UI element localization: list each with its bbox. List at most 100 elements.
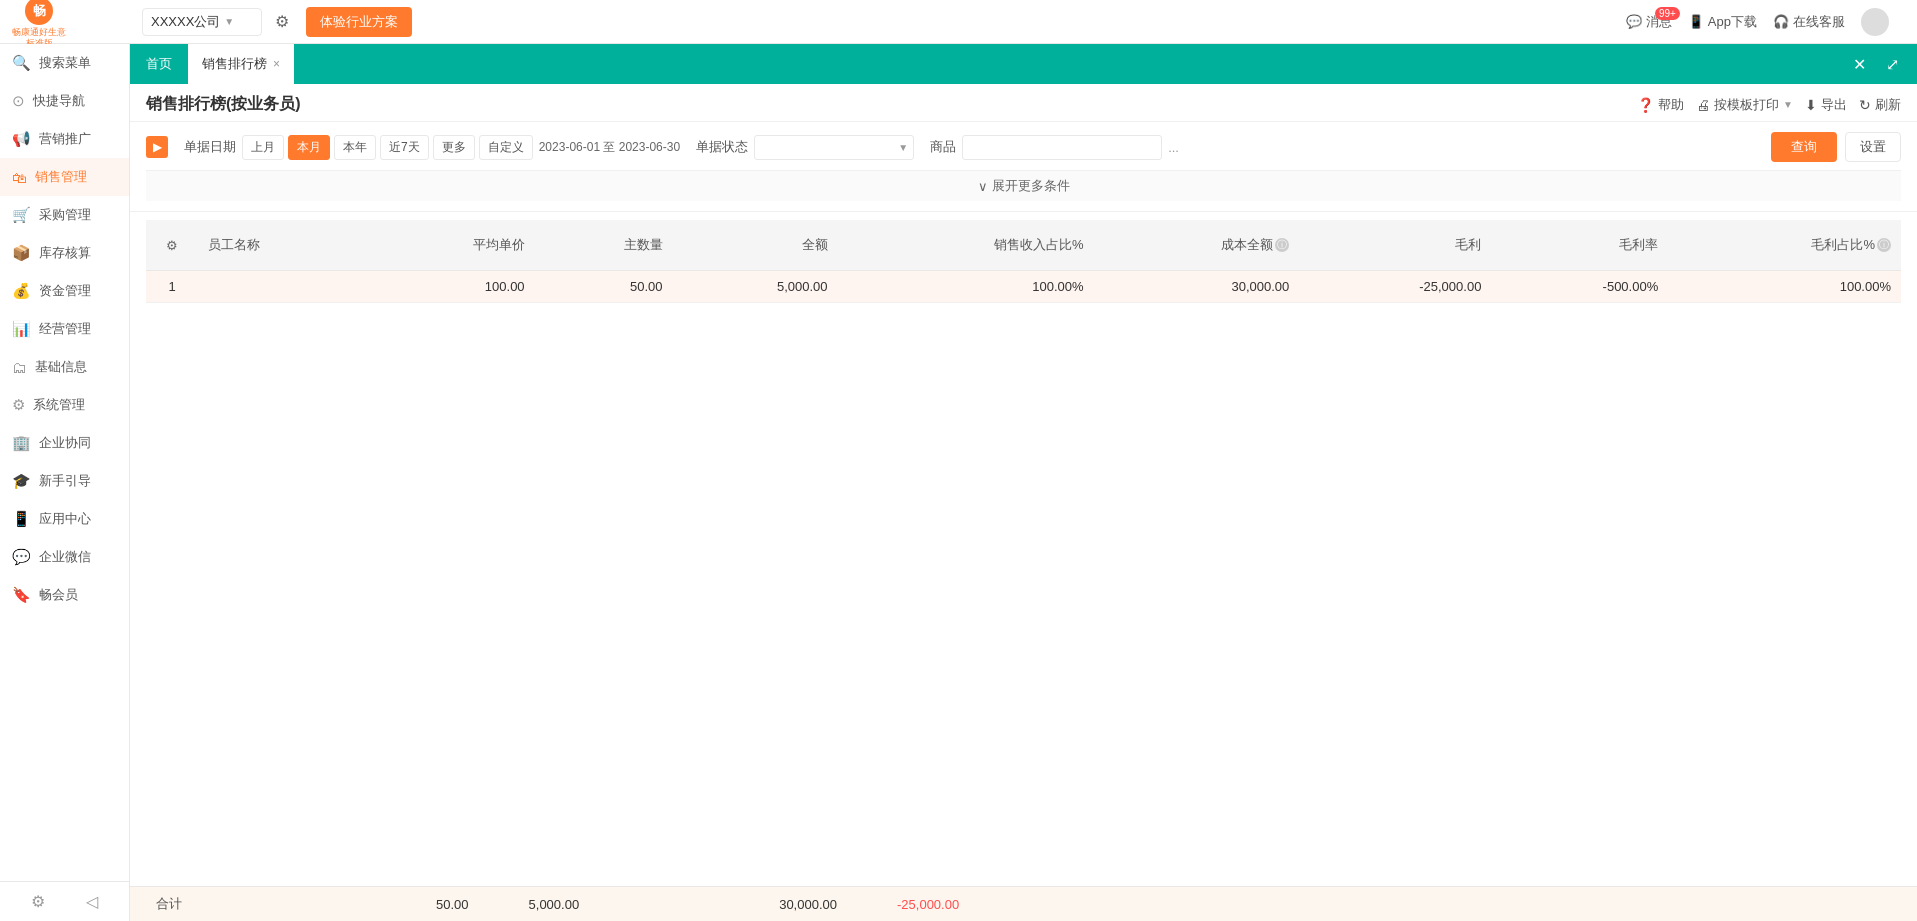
tab-sales-ranking[interactable]: 销售排行榜 × (188, 44, 294, 84)
apps-icon: 📱 (12, 510, 31, 528)
goods-more-link[interactable]: ... (1168, 140, 1179, 155)
top-bar: 畅 畅康通好生意 标准版 XXXXX公司 ▼ ⚙ 体验行业方案 💬 消息 99+… (0, 0, 1917, 44)
date-range-text: 2023-06-01 至 2023-06-30 (539, 139, 680, 156)
logo-icon: 畅 (23, 0, 55, 27)
refresh-icon: ↻ (1859, 97, 1871, 113)
message-badge: 99+ (1655, 7, 1680, 20)
finance-icon: 💰 (12, 282, 31, 300)
sidebar-label-wechat: 企业微信 (39, 548, 91, 566)
headset-icon: 🎧 (1773, 14, 1789, 29)
trial-button[interactable]: 体验行业方案 (306, 7, 412, 37)
phone-icon: 📱 (1688, 14, 1704, 29)
goods-filter-group: 商品 ... (930, 135, 1179, 160)
member-icon: 🔖 (12, 586, 31, 604)
print-link[interactable]: 🖨 按模板打印 ▼ (1696, 96, 1793, 114)
export-label: 导出 (1821, 96, 1847, 114)
date-filter-label: 单据日期 (184, 138, 236, 156)
sidebar-item-system[interactable]: ⚙ 系统管理 (0, 386, 129, 424)
date-btn-last-month[interactable]: 上月 (242, 135, 284, 160)
settings-gear-icon[interactable]: ⚙ (268, 8, 296, 36)
date-btn-more[interactable]: 更多 (433, 135, 475, 160)
sidebar-label-sales: 销售管理 (35, 168, 87, 186)
cost-info-icon[interactable]: ⓘ (1275, 238, 1289, 252)
tab-label-sales-ranking: 销售排行榜 (202, 55, 267, 73)
sidebar-item-sales[interactable]: 🛍 销售管理 (0, 158, 129, 196)
sidebar-collapse-icon[interactable]: ◁ (86, 892, 98, 911)
settings-button[interactable]: 设置 (1845, 132, 1901, 162)
help-link[interactable]: ❓ 帮助 (1637, 96, 1684, 114)
table-row: 1 100.00 50.00 5,000.00 100.00% 30,000.0… (146, 271, 1901, 303)
th-sales-pct: 销售收入占比% (838, 220, 1094, 271)
sidebar-item-shortcut[interactable]: ⊙ 快捷导航 (0, 82, 129, 120)
filter-toggle-arrow[interactable]: ▶ (146, 136, 168, 158)
page-actions: ❓ 帮助 🖨 按模板打印 ▼ ⬇ 导出 ↻ 刷新 (1637, 96, 1901, 114)
online-service-item[interactable]: 🎧 在线客服 (1773, 13, 1845, 31)
goods-input[interactable] (962, 135, 1162, 160)
sidebar-label-guide: 新手引导 (39, 472, 91, 490)
expand-more-bar[interactable]: ∨ 展开更多条件 (146, 170, 1901, 201)
grosspct-info-icon[interactable]: ⓘ (1877, 238, 1891, 252)
message-icon-item[interactable]: 💬 消息 99+ (1626, 13, 1672, 31)
sidebar-item-operation[interactable]: 📊 经营管理 (0, 310, 129, 348)
sidebar-item-wechat[interactable]: 💬 企业微信 (0, 538, 129, 576)
filter-row-1: ▶ 单据日期 上月 本月 本年 近7天 更多 自定义 2023-06-01 至 … (146, 132, 1901, 162)
sidebar-item-guide[interactable]: 🎓 新手引导 (0, 462, 129, 500)
sidebar-label-purchase: 采购管理 (39, 206, 91, 224)
date-btn-last7[interactable]: 近7天 (380, 135, 429, 160)
th-name: 员工名称 (198, 220, 366, 271)
page-content: 销售排行榜(按业务员) ❓ 帮助 🖨 按模板打印 ▼ ⬇ 导出 (130, 84, 1917, 921)
status-filter-label: 单据状态 (696, 138, 748, 156)
chevron-down-icon: ▼ (224, 16, 234, 27)
date-btn-this-year[interactable]: 本年 (334, 135, 376, 160)
refresh-label: 刷新 (1875, 96, 1901, 114)
footer-amount: 5,000.00 (529, 897, 580, 912)
status-select[interactable] (754, 135, 914, 160)
refresh-link[interactable]: ↻ 刷新 (1859, 96, 1901, 114)
marketing-icon: 📢 (12, 130, 31, 148)
sidebar-footer: ⚙ ◁ (0, 881, 129, 921)
th-gross-rate: 毛利率 (1491, 220, 1668, 271)
sidebar-label-marketing: 营销推广 (39, 130, 91, 148)
export-link[interactable]: ⬇ 导出 (1805, 96, 1847, 114)
tab-close-window-icon[interactable]: ✕ (1847, 53, 1872, 76)
query-button[interactable]: 查询 (1771, 132, 1837, 162)
sidebar-item-apps[interactable]: 📱 应用中心 (0, 500, 129, 538)
cell-qty: 50.00 (535, 271, 673, 303)
operation-icon: 📊 (12, 320, 31, 338)
print-label: 按模板打印 (1714, 96, 1779, 114)
footer-label: 合计 (156, 895, 236, 913)
purchase-icon: 🛒 (12, 206, 31, 224)
table-header-row: ⚙ 员工名称 平均单价 主数量 全额 销售收入占比% 成本全额 ⓘ (146, 220, 1901, 271)
sidebar-item-basic[interactable]: 🗂 基础信息 (0, 348, 129, 386)
tab-close-icon[interactable]: × (273, 57, 280, 71)
column-settings-icon[interactable]: ⚙ (156, 229, 188, 261)
sidebar-footer-settings-icon[interactable]: ⚙ (31, 892, 45, 911)
table-footer: 合计 50.00 5,000.00 30,000.00 -25,000.00 (130, 886, 1917, 921)
sidebar-item-inventory[interactable]: 📦 库存核算 (0, 234, 129, 272)
goods-filter-label: 商品 (930, 138, 956, 156)
avatar (1861, 8, 1889, 36)
sidebar-item-finance[interactable]: 💰 资金管理 (0, 272, 129, 310)
page-title: 销售排行榜(按业务员) (146, 94, 301, 115)
date-btn-this-month[interactable]: 本月 (288, 135, 330, 160)
date-filter-group: 单据日期 上月 本月 本年 近7天 更多 自定义 2023-06-01 至 20… (184, 135, 680, 160)
sidebar-label-system: 系统管理 (33, 396, 85, 414)
tab-bar-actions: ✕ ⤢ (1847, 53, 1917, 76)
app-download-item[interactable]: 📱 App下载 (1688, 13, 1757, 31)
status-filter-group: 单据状态 ▼ (696, 135, 914, 160)
date-btn-custom[interactable]: 自定义 (479, 135, 533, 160)
company-selector[interactable]: XXXXX公司 ▼ (142, 8, 262, 36)
sidebar-item-enterprise[interactable]: 🏢 企业协同 (0, 424, 129, 462)
sidebar-label-basic: 基础信息 (35, 358, 87, 376)
inventory-icon: 📦 (12, 244, 31, 262)
sidebar-item-purchase[interactable]: 🛒 采购管理 (0, 196, 129, 234)
sales-icon: 🛍 (12, 169, 27, 186)
sidebar-item-marketing[interactable]: 📢 营销推广 (0, 120, 129, 158)
tab-home[interactable]: 首页 (130, 44, 188, 84)
sidebar-item-member[interactable]: 🔖 畅会员 (0, 576, 129, 614)
cell-amount: 5,000.00 (673, 271, 838, 303)
footer-qty: 50.00 (436, 897, 469, 912)
tab-maximize-icon[interactable]: ⤢ (1880, 53, 1905, 76)
sidebar-item-search[interactable]: 🔍 搜索菜单 (0, 44, 129, 82)
sidebar: 🔍 搜索菜单 ⊙ 快捷导航 📢 营销推广 🛍 销售管理 🛒 采购管理 📦 库存核… (0, 44, 130, 921)
